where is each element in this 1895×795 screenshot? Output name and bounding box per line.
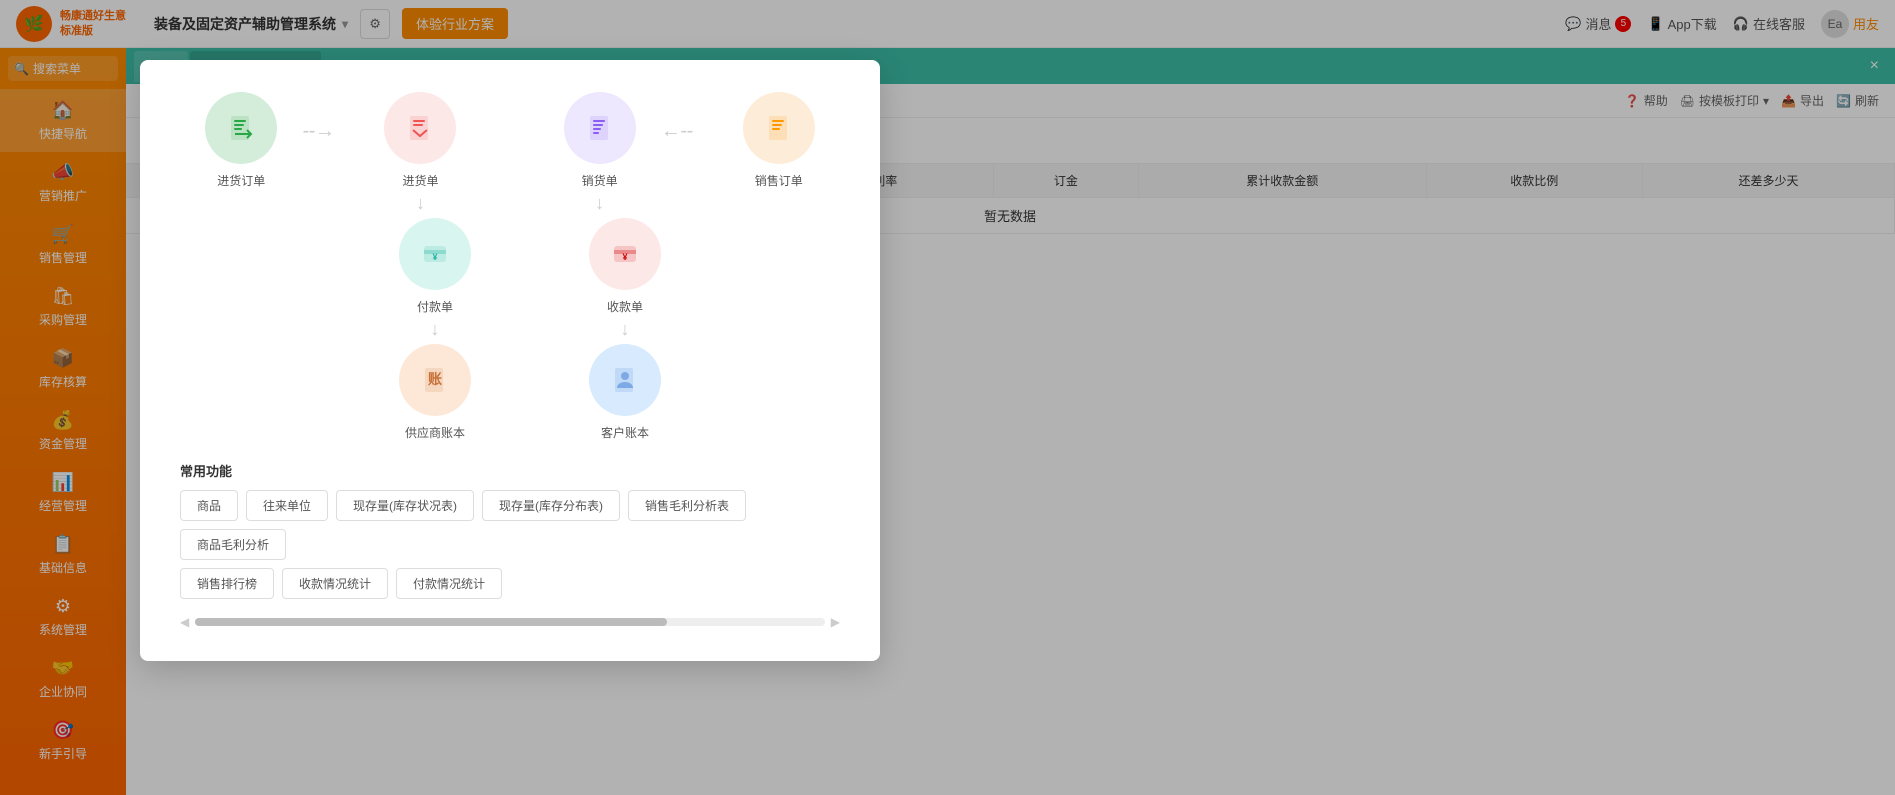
flow-row-1: 进货订单 - - → <box>180 92 840 189</box>
flow-node-purchase-order[interactable]: 进货订单 <box>180 92 303 189</box>
common-buttons-row2: 销售排行榜 收款情况统计 付款情况统计 <box>180 568 840 599</box>
main-area: 🔍 搜索菜单 🏠 快捷导航 📣 营销推广 🛒 销售管理 🛍 采购管理 <box>0 48 1895 795</box>
purchase-bill-label: 进货单 <box>402 172 438 189</box>
common-functions-section: 常用功能 商品 往来单位 现存量(库存状况表) 现存量(库存分布表) 销售毛利分… <box>180 461 840 599</box>
svg-text:¥: ¥ <box>432 252 437 262</box>
common-functions-title: 常用功能 <box>180 461 840 480</box>
sales-bill-icon <box>564 92 636 164</box>
flow-section: 进货订单 - - → <box>180 92 840 441</box>
scroll-left-arrow[interactable]: ◀ <box>180 615 189 629</box>
flow-node-sales-order[interactable]: 销售订单 <box>717 92 840 189</box>
arrow-po-to-pb: - - → <box>303 120 360 143</box>
flow-modal: 进货订单 - - → <box>140 60 880 661</box>
scrollbar-thumb[interactable] <box>195 618 667 626</box>
app-container: 🌿 畅康通好生意 标准版 装备及固定资产辅助管理系统 ▾ ⚙ 体验行业方案 💬 … <box>0 0 1895 795</box>
btn-stock-dist[interactable]: 现存量(库存分布表) <box>482 490 620 521</box>
flow-row-arrows2: ↓ ↓ <box>180 315 840 344</box>
btn-sales-gross[interactable]: 销售毛利分析表 <box>628 490 746 521</box>
down-arrow-receipt: ↓ <box>560 315 690 344</box>
customer-account-label: 客户账本 <box>601 424 649 441</box>
btn-receipt-stat[interactable]: 收款情况统计 <box>282 568 388 599</box>
supplier-account-icon: 账 <box>399 344 471 416</box>
flow-node-sales-bill[interactable]: 销货单 <box>538 92 661 189</box>
btn-payment-stat[interactable]: 付款情况统计 <box>396 568 502 599</box>
down-arrow-sales: ↓ <box>538 189 661 218</box>
btn-goods-gross[interactable]: 商品毛利分析 <box>180 529 286 560</box>
down-arrow-payment: ↓ <box>370 315 500 344</box>
modal-overlay: 进货订单 - - → <box>126 48 1895 795</box>
sales-order-icon <box>743 92 815 164</box>
customer-account-icon <box>589 344 661 416</box>
payment-bill-icon: ¥ <box>399 218 471 290</box>
supplier-account-label: 供应商账本 <box>405 424 465 441</box>
purchase-order-icon <box>205 92 277 164</box>
flow-node-receipt-bill[interactable]: ¥ 收款单 <box>560 218 690 315</box>
flow-node-payment-bill[interactable]: ¥ 付款单 <box>370 218 500 315</box>
scrollbar-track[interactable] <box>195 618 825 626</box>
purchase-bill-icon <box>384 92 456 164</box>
receipt-bill-label: 收款单 <box>607 298 643 315</box>
svg-text:¥: ¥ <box>622 252 627 262</box>
sales-order-label: 销售订单 <box>755 172 803 189</box>
flow-row-3: 账 供应商账本 <box>180 344 840 441</box>
scroll-right-arrow[interactable]: ▶ <box>831 615 840 629</box>
flow-node-purchase-bill[interactable]: 进货单 <box>359 92 482 189</box>
payment-bill-label: 付款单 <box>417 298 453 315</box>
btn-sales-rank[interactable]: 销售排行榜 <box>180 568 274 599</box>
flow-row-2: ¥ 付款单 <box>180 218 840 315</box>
receipt-bill-icon: ¥ <box>589 218 661 290</box>
flow-node-supplier-account[interactable]: 账 供应商账本 <box>370 344 500 441</box>
modal-scrollbar[interactable]: ◀ ▶ <box>180 615 840 629</box>
flow-node-customer-account[interactable]: 客户账本 <box>560 344 690 441</box>
btn-stock-status[interactable]: 现存量(库存状况表) <box>336 490 474 521</box>
content-area: 首页 销售订单执行表 × × ❓ 帮助 🖨 按模板打印 <box>126 48 1895 795</box>
purchase-order-label: 进货订单 <box>217 172 265 189</box>
sales-bill-label: 销货单 <box>582 172 618 189</box>
common-buttons-row1: 商品 往来单位 现存量(库存状况表) 现存量(库存分布表) 销售毛利分析表 商品… <box>180 490 840 560</box>
btn-goods[interactable]: 商品 <box>180 490 238 521</box>
flow-row-arrows: ↓ ↓ <box>180 189 840 218</box>
btn-partner[interactable]: 往来单位 <box>246 490 328 521</box>
arrow-so-to-sb: ← - - <box>661 120 718 143</box>
svg-text:账: 账 <box>428 371 442 387</box>
down-arrow-purchase: ↓ <box>359 189 482 218</box>
